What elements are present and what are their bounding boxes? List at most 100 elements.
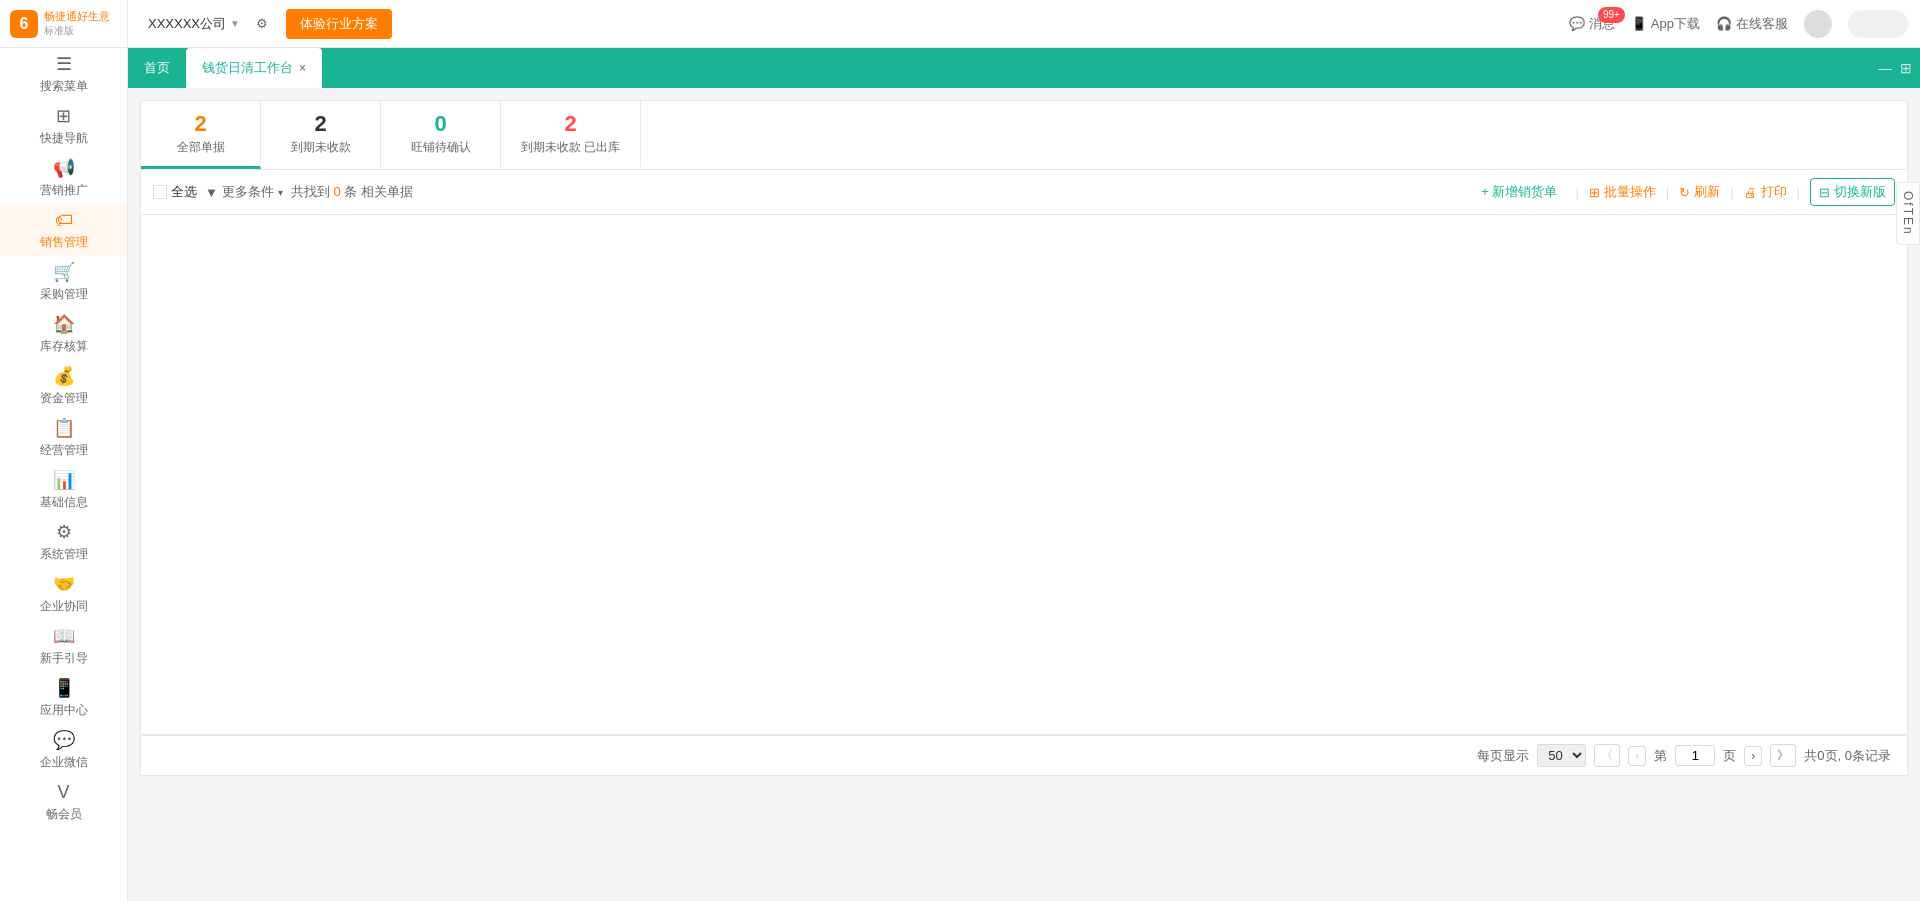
sidebar-item-search-menu[interactable]: ☰ 搜索菜单 bbox=[0, 48, 127, 100]
nav-tabs: 首页 钱货日清工作台 × — ⊞ bbox=[128, 48, 1920, 88]
stats-label-all: 全部单据 bbox=[177, 139, 225, 156]
stats-count-shipped: 2 bbox=[565, 111, 577, 137]
user-name-area[interactable] bbox=[1848, 10, 1908, 38]
sidebar-item-enterprise-collab[interactable]: 🤝 企业协同 bbox=[0, 568, 127, 620]
sidebar-item-system[interactable]: ⚙ 系统管理 bbox=[0, 516, 127, 568]
settings-button[interactable]: ⚙ bbox=[248, 10, 276, 38]
next-page-btn[interactable]: › bbox=[1744, 746, 1762, 766]
sidebar-item-label: 基础信息 bbox=[40, 494, 88, 511]
sidebar-item-finance[interactable]: 💰 资金管理 bbox=[0, 360, 127, 412]
filter-icon: ▼ bbox=[205, 185, 218, 200]
sidebar-item-operations[interactable]: 📋 经营管理 bbox=[0, 412, 127, 464]
found-unit: 条 bbox=[344, 184, 357, 199]
system-icon: ⚙ bbox=[56, 521, 72, 543]
sidebar-item-label: 经营管理 bbox=[40, 442, 88, 459]
sidebar-item-label: 销售管理 bbox=[40, 234, 88, 251]
tab-close-btn[interactable]: × bbox=[299, 61, 306, 75]
stats-label-shipped: 到期未收款 已出库 bbox=[521, 139, 620, 156]
messages-btn[interactable]: 💬 消息 99+ bbox=[1569, 15, 1615, 33]
tab-maximize-btn[interactable]: ⊞ bbox=[1900, 60, 1912, 76]
sidebar-item-label: 搜索菜单 bbox=[40, 78, 88, 95]
sidebar-item-label: 应用中心 bbox=[40, 702, 88, 719]
print-btn[interactable]: 🖨 打印 bbox=[1744, 183, 1787, 201]
divider4: | bbox=[1797, 185, 1800, 200]
divider1: | bbox=[1575, 185, 1578, 200]
found-count: 0 bbox=[334, 184, 341, 199]
toolbar-left: 全选 ▼ 更多条件 ▾ 共找到 0 条 相关单据 bbox=[153, 183, 413, 201]
company-name: XXXXXX公司 bbox=[148, 15, 226, 33]
sidebar-item-guide[interactable]: 📖 新手引导 bbox=[0, 620, 127, 672]
stats-tab-shipped[interactable]: 2 到期未收款 已出库 bbox=[501, 101, 641, 169]
service-icon: 🎧 bbox=[1716, 16, 1732, 31]
guide-icon: 📖 bbox=[53, 625, 75, 647]
content-area bbox=[140, 215, 1908, 735]
sidebar-item-label: 营销推广 bbox=[40, 182, 88, 199]
sidebar-item-inventory[interactable]: 🏠 库存核算 bbox=[0, 308, 127, 360]
stats-count-overdue: 2 bbox=[314, 111, 326, 137]
company-dropdown-arrow: ▼ bbox=[230, 18, 240, 29]
messages-badge: 99+ bbox=[1598, 7, 1625, 23]
sidebar-logo: 6 畅捷通好生意 标准版 bbox=[0, 0, 127, 48]
app-center-icon: 📱 bbox=[53, 677, 75, 699]
new-sales-btn[interactable]: + 新增销货单 bbox=[1473, 179, 1565, 205]
sidebar-item-label: 企业微信 bbox=[40, 754, 88, 771]
found-prefix: 共找到 bbox=[291, 184, 330, 199]
sidebar-item-member[interactable]: V 畅会员 bbox=[0, 776, 127, 828]
checkbox-box bbox=[153, 185, 167, 199]
sidebar-item-quick-nav[interactable]: ⊞ 快捷导航 bbox=[0, 100, 127, 152]
divider3: | bbox=[1730, 185, 1733, 200]
last-page-btn[interactable]: 》 bbox=[1770, 744, 1796, 767]
sidebar-brand: 畅捷通好生意 bbox=[44, 9, 110, 23]
home-tab-label: 首页 bbox=[144, 59, 170, 77]
quick-nav-icon: ⊞ bbox=[56, 105, 71, 127]
sidebar-item-label: 资金管理 bbox=[40, 390, 88, 407]
sidebar-item-app-center[interactable]: 📱 应用中心 bbox=[0, 672, 127, 724]
page-input[interactable] bbox=[1675, 745, 1715, 766]
per-page-select[interactable]: 50 bbox=[1537, 744, 1586, 767]
stats-tab-overdue[interactable]: 2 到期未收款 bbox=[261, 101, 381, 169]
sidebar-item-wechat[interactable]: 💬 企业微信 bbox=[0, 724, 127, 776]
sidebar-item-label: 系统管理 bbox=[40, 546, 88, 563]
switch-icon: ⊟ bbox=[1819, 185, 1830, 200]
switch-new-btn[interactable]: ⊟ 切换新版 bbox=[1810, 178, 1895, 206]
pagination-bar: 每页显示 50 《 ‹ 第 页 › 》 共0页, 0条记录 bbox=[140, 735, 1908, 776]
stats-count-all: 2 bbox=[194, 111, 206, 137]
stats-tab-all[interactable]: 2 全部单据 bbox=[141, 101, 261, 169]
per-page-label: 每页显示 bbox=[1477, 747, 1529, 765]
batch-ops-label: 批量操作 bbox=[1604, 183, 1656, 201]
found-text: 共找到 0 条 相关单据 bbox=[291, 183, 413, 201]
sales-icon: 🏷 bbox=[55, 210, 73, 231]
first-page-btn[interactable]: 《 bbox=[1594, 744, 1620, 767]
company-selector[interactable]: XXXXXX公司 ▼ bbox=[148, 15, 240, 33]
app-download-btn[interactable]: 📱 App下载 bbox=[1631, 15, 1700, 33]
trial-btn[interactable]: 体验行业方案 bbox=[286, 9, 392, 39]
select-all-checkbox[interactable]: 全选 bbox=[153, 183, 197, 201]
avatar[interactable] bbox=[1804, 10, 1832, 38]
marketing-icon: 📢 bbox=[53, 157, 75, 179]
nav-tab-actions: — ⊞ bbox=[1878, 60, 1920, 76]
total-info: 共0页, 0条记录 bbox=[1804, 747, 1891, 765]
refresh-btn[interactable]: ↻ 刷新 bbox=[1679, 183, 1720, 201]
sidebar-item-purchase[interactable]: 🛒 采购管理 bbox=[0, 256, 127, 308]
wechat-icon: 💬 bbox=[53, 729, 75, 751]
sidebar-item-sales[interactable]: 🏷 销售管理 bbox=[0, 204, 127, 256]
sidebar-item-basic-info[interactable]: 📊 基础信息 bbox=[0, 464, 127, 516]
tab-home[interactable]: 首页 bbox=[128, 48, 186, 88]
topbar: 6 畅捷通好生意 标准版 XXXXXX公司 ▼ ⚙ 体验行业方案 💬 消息 99… bbox=[0, 0, 1920, 48]
more-conditions-btn[interactable]: ▼ 更多条件 ▾ bbox=[205, 183, 283, 201]
found-suffix: 相关单据 bbox=[361, 184, 413, 199]
stats-tab-pending[interactable]: 0 旺铺待确认 bbox=[381, 101, 501, 169]
often-label[interactable]: OfTEn bbox=[1896, 182, 1920, 245]
sidebar-item-label: 快捷导航 bbox=[40, 130, 88, 147]
sidebar: 6 畅捷通好生意 标准版 ☰ 搜索菜单 ⊞ 快捷导航 📢 营销推广 🏷 销售管理… bbox=[0, 0, 128, 901]
search-menu-icon: ☰ bbox=[56, 53, 72, 75]
prev-page-btn[interactable]: ‹ bbox=[1628, 746, 1646, 766]
tab-daily-work[interactable]: 钱货日清工作台 × bbox=[186, 48, 322, 88]
batch-ops-btn[interactable]: ⊞ 批量操作 bbox=[1589, 183, 1656, 201]
enterprise-icon: 🤝 bbox=[53, 573, 75, 595]
download-icon: 📱 bbox=[1631, 16, 1647, 31]
sidebar-item-label: 企业协同 bbox=[40, 598, 88, 615]
online-service-btn[interactable]: 🎧 在线客服 bbox=[1716, 15, 1788, 33]
tab-minimize-btn[interactable]: — bbox=[1878, 60, 1892, 76]
sidebar-item-marketing[interactable]: 📢 营销推广 bbox=[0, 152, 127, 204]
